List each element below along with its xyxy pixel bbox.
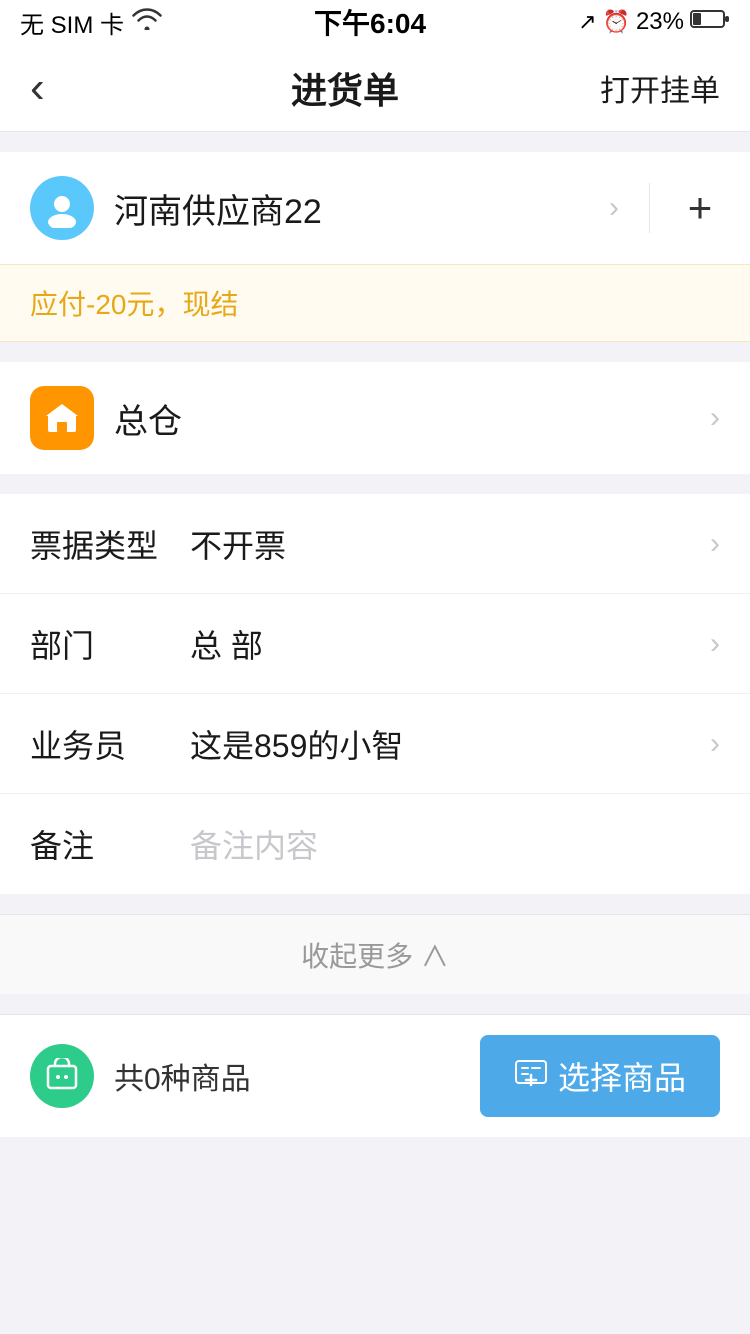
status-bar: 无 SIM 卡 下午6:04 ↗ ⏰ 23%	[0, 0, 750, 44]
invoice-type-value: 不开票	[170, 521, 710, 567]
department-value: 总 部	[170, 621, 710, 667]
collapse-bar[interactable]: 收起更多 ∧	[0, 914, 750, 994]
status-time: 下午6:04	[314, 2, 426, 42]
supplier-name: 河南供应商22	[114, 184, 609, 233]
nav-bar: ‹ 进货单 打开挂单	[0, 44, 750, 132]
location-icon: ↗	[578, 9, 596, 35]
invoice-type-row[interactable]: 票据类型 不开票 ›	[0, 494, 750, 594]
battery-icon	[690, 8, 730, 37]
salesperson-row[interactable]: 业务员 这是859的小智 ›	[0, 694, 750, 794]
warehouse-icon	[30, 386, 94, 450]
department-row[interactable]: 部门 总 部 ›	[0, 594, 750, 694]
notice-bar: 应付-20元，现结	[0, 264, 750, 342]
page-title: 进货单	[291, 62, 399, 114]
collapse-text: 收起更多 ∧	[301, 935, 449, 975]
warehouse-section: 总仓 ›	[0, 362, 750, 474]
status-left: 无 SIM 卡	[20, 5, 162, 40]
supplier-section: 河南供应商22 › + 应付-20元，现结	[0, 152, 750, 342]
warehouse-name: 总仓	[114, 394, 710, 443]
product-count-text: 共0种商品	[114, 1054, 480, 1098]
back-button[interactable]: ‹	[30, 63, 90, 113]
supplier-chevron-icon: ›	[609, 191, 619, 225]
remark-input[interactable]: 备注内容	[170, 821, 720, 867]
salesperson-label: 业务员	[30, 721, 170, 767]
bottom-bar: 共0种商品 选择商品	[0, 1014, 750, 1137]
carrier-text: 无 SIM 卡	[20, 5, 124, 40]
department-label: 部门	[30, 621, 170, 667]
supplier-row[interactable]: 河南供应商22 › +	[0, 152, 750, 264]
status-right: ↗ ⏰ 23%	[578, 8, 730, 37]
select-product-button[interactable]: 选择商品	[480, 1035, 720, 1117]
form-section: 票据类型 不开票 › 部门 总 部 › 业务员 这是859的小智 › 备注 备注…	[0, 494, 750, 894]
open-pending-button[interactable]: 打开挂单	[600, 66, 720, 110]
select-product-icon	[514, 1058, 548, 1095]
section-divider-1	[0, 132, 750, 152]
alarm-icon: ⏰	[603, 9, 630, 35]
remark-row[interactable]: 备注 备注内容	[0, 794, 750, 894]
notice-text: 应付-20元，现结	[30, 289, 238, 320]
select-product-label: 选择商品	[558, 1053, 686, 1099]
warehouse-chevron-icon: ›	[710, 401, 720, 435]
product-icon	[30, 1044, 94, 1108]
battery-text: 23%	[636, 8, 684, 36]
wifi-icon	[132, 8, 162, 37]
warehouse-row[interactable]: 总仓 ›	[0, 362, 750, 474]
salesperson-value: 这是859的小智	[170, 721, 710, 767]
vertical-divider	[649, 183, 650, 233]
department-chevron-icon: ›	[710, 627, 720, 661]
section-divider-2	[0, 342, 750, 362]
salesperson-chevron-icon: ›	[710, 727, 720, 761]
invoice-type-label: 票据类型	[30, 521, 170, 567]
remark-label: 备注	[30, 821, 170, 867]
supplier-avatar	[30, 176, 94, 240]
invoice-chevron-icon: ›	[710, 527, 720, 561]
add-supplier-button[interactable]: +	[680, 184, 720, 232]
